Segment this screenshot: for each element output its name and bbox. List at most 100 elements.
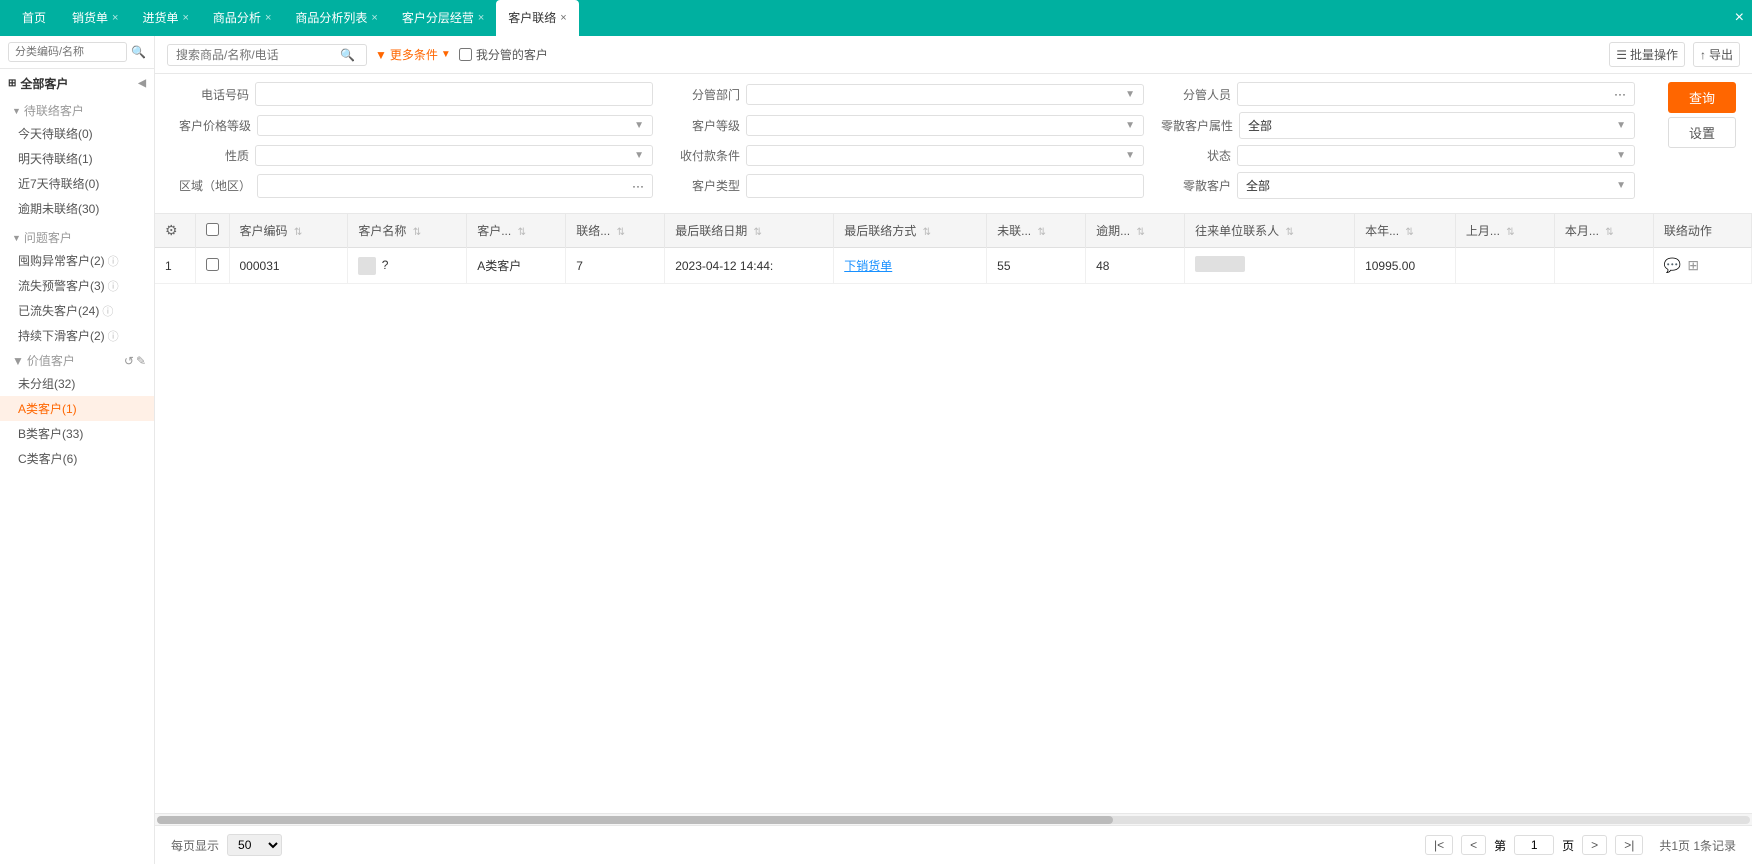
nav-purchase-close[interactable]: × (182, 0, 188, 36)
filter-search-input[interactable] (176, 48, 336, 62)
filter-select-price-grade[interactable]: ▼ (257, 115, 653, 136)
filter-input-customer-type[interactable] (746, 174, 1144, 198)
th-settings[interactable]: ⚙ (155, 214, 195, 248)
nav-sales-close[interactable]: × (112, 0, 118, 36)
my-customers-filter[interactable]: 我分管的客户 (459, 46, 548, 63)
close-all-btn[interactable]: × (1735, 9, 1744, 27)
first-page-btn[interactable]: |< (1425, 835, 1453, 855)
row-checkbox[interactable] (206, 258, 219, 271)
filter-select-payment[interactable]: ▼ (746, 145, 1144, 166)
th-checkbox[interactable] (195, 214, 229, 248)
sort-icon-last-month[interactable]: ⇅ (1506, 227, 1514, 238)
sidebar-item-b-class[interactable]: B类客户(33) (0, 421, 154, 446)
retail-attr-arrow-icon: ▼ (1616, 120, 1626, 131)
select-all-checkbox[interactable] (206, 223, 219, 236)
sort-icon-type[interactable]: ⇅ (518, 227, 526, 238)
nav-customer-contact-close[interactable]: × (560, 0, 566, 36)
nav-product-analysis[interactable]: 商品分析 × (201, 0, 283, 36)
sort-icon-contact-person[interactable]: ⇅ (1285, 227, 1293, 238)
filter-cell-phone: 电话号码 (171, 82, 662, 106)
info-icon-churned[interactable]: ⓘ (102, 303, 113, 319)
nav-product-analysis-list[interactable]: 商品分析列表 × (283, 0, 389, 36)
filter-input-phone[interactable] (255, 82, 653, 106)
filter-label-nature: 性质 (179, 147, 249, 164)
edit-icon[interactable]: ✎ (136, 354, 146, 368)
filter-select-retail-customer[interactable]: 全部 ▼ (1237, 172, 1635, 199)
adv-filter-row-1: 电话号码 分管部门 ▼ 分管人员 (171, 82, 1644, 106)
per-page-select[interactable]: 50 20 100 (227, 834, 282, 856)
export-icon: ↑ (1700, 48, 1706, 62)
nav-sales[interactable]: 销货单 × (60, 0, 130, 36)
sidebar-item-c-class[interactable]: C类客户(6) (0, 446, 154, 471)
sidebar-item-a-class[interactable]: A类客户(1) (0, 396, 154, 421)
sidebar-item-7day-contact[interactable]: 近7天待联络(0) (0, 171, 154, 196)
prev-page-btn[interactable]: < (1461, 835, 1486, 855)
filter-ellipsis-manager[interactable]: ··· (1237, 82, 1635, 106)
info-icon-churn-warning[interactable]: ⓘ (108, 278, 119, 294)
nav-home[interactable]: 首页 (8, 0, 60, 36)
sort-icon-name[interactable]: ⇅ (413, 227, 421, 238)
sort-icon-current-year[interactable]: ⇅ (1405, 227, 1413, 238)
filter-bar-right: ☰ 批量操作 ↑ 导出 (1609, 42, 1740, 67)
td-checkbox[interactable] (195, 248, 229, 284)
td-last-method[interactable]: 下销货单 (834, 248, 987, 284)
nav-product-analysis-close[interactable]: × (265, 0, 271, 36)
filter-ellipsis-region[interactable]: ··· (257, 174, 653, 198)
nav-product-analysis-list-close[interactable]: × (371, 0, 377, 36)
filter-select-dept[interactable]: ▼ (746, 84, 1144, 105)
gear-icon[interactable]: ⚙ (165, 222, 178, 238)
scrollbar-track[interactable] (157, 816, 1750, 824)
qr-icon[interactable]: ⊞ (1687, 257, 1699, 274)
collapse-icon[interactable]: ◀ (138, 78, 146, 89)
nav-customer-tier[interactable]: 客户分层经营 × (390, 0, 496, 36)
sort-icon-code[interactable]: ⇅ (294, 227, 302, 238)
last-method-link[interactable]: 下销货单 (844, 259, 892, 273)
batch-op-button[interactable]: ☰ 批量操作 (1609, 42, 1685, 67)
sort-icon-last-date[interactable]: ⇅ (754, 227, 762, 238)
sidebar-item-declining[interactable]: 持续下滑客户(2) ⓘ (0, 323, 154, 348)
sort-icon-current-month[interactable]: ⇅ (1605, 227, 1613, 238)
export-button[interactable]: ↑ 导出 (1693, 42, 1740, 67)
filter-search-icon[interactable]: 🔍 (340, 48, 355, 62)
sort-icon-no-contact[interactable]: ⇅ (1038, 227, 1046, 238)
sidebar-item-churn-warning[interactable]: 流失预警客户(3) ⓘ (0, 273, 154, 298)
th-no-contact: 未联... ⇅ (987, 214, 1086, 248)
sidebar-item-ungraded[interactable]: 未分组(32) (0, 371, 154, 396)
sort-icon-last-method[interactable]: ⇅ (923, 227, 931, 238)
page-input[interactable] (1514, 835, 1554, 855)
more-conditions-btn[interactable]: ▼ 更多条件 ▼ (375, 46, 451, 63)
filter-cell-customer-grade: 客户等级 ▼ (662, 115, 1153, 136)
filter-label-customer-grade: 客户等级 (670, 117, 740, 134)
settings-button[interactable]: 设置 (1668, 117, 1736, 148)
sidebar-item-overdue-contact[interactable]: 逾期未联络(30) (0, 196, 154, 221)
nav-purchase[interactable]: 进货单 × (130, 0, 200, 36)
th-contact: 联络... ⇅ (566, 214, 665, 248)
sidebar-item-churned[interactable]: 已流失客户(24) ⓘ (0, 298, 154, 323)
query-button[interactable]: 查询 (1668, 82, 1736, 113)
filter-select-customer-grade[interactable]: ▼ (746, 115, 1144, 136)
refresh-icon[interactable]: ↺ (124, 354, 134, 368)
page-label: 第 (1494, 837, 1506, 854)
sidebar-search-icon[interactable]: 🔍 (131, 45, 146, 59)
my-customers-checkbox[interactable] (459, 48, 472, 61)
info-icon-hoard[interactable]: ⓘ (108, 253, 119, 269)
sort-icon-contact[interactable]: ⇅ (617, 227, 625, 238)
sort-icon-overdue[interactable]: ⇅ (1136, 227, 1144, 238)
filter-select-nature[interactable]: ▼ (255, 145, 653, 166)
all-customers-header[interactable]: ⊞ 全部客户 ◀ (0, 69, 154, 98)
next-page-btn[interactable]: > (1582, 835, 1607, 855)
sidebar-search-input[interactable] (8, 42, 127, 62)
horizontal-scrollbar[interactable] (155, 813, 1752, 825)
filter-select-retail-attr[interactable]: 全部 ▼ (1239, 112, 1635, 139)
filter-select-status[interactable]: ▼ (1237, 145, 1635, 166)
sidebar-item-hoard-abnormal[interactable]: 囤购异常客户(2) ⓘ (0, 248, 154, 273)
nav-customer-contact[interactable]: 客户联络 × (496, 0, 578, 36)
last-page-btn[interactable]: >| (1615, 835, 1643, 855)
sidebar-item-today-contact[interactable]: 今天待联络(0) (0, 121, 154, 146)
scrollbar-thumb[interactable] (157, 816, 1113, 824)
td-index: 1 (155, 248, 195, 284)
nav-customer-tier-close[interactable]: × (478, 0, 484, 36)
chat-icon[interactable]: 💬 (1664, 257, 1681, 274)
sidebar-item-tomorrow-contact[interactable]: 明天待联络(1) (0, 146, 154, 171)
info-icon-declining[interactable]: ⓘ (108, 328, 119, 344)
